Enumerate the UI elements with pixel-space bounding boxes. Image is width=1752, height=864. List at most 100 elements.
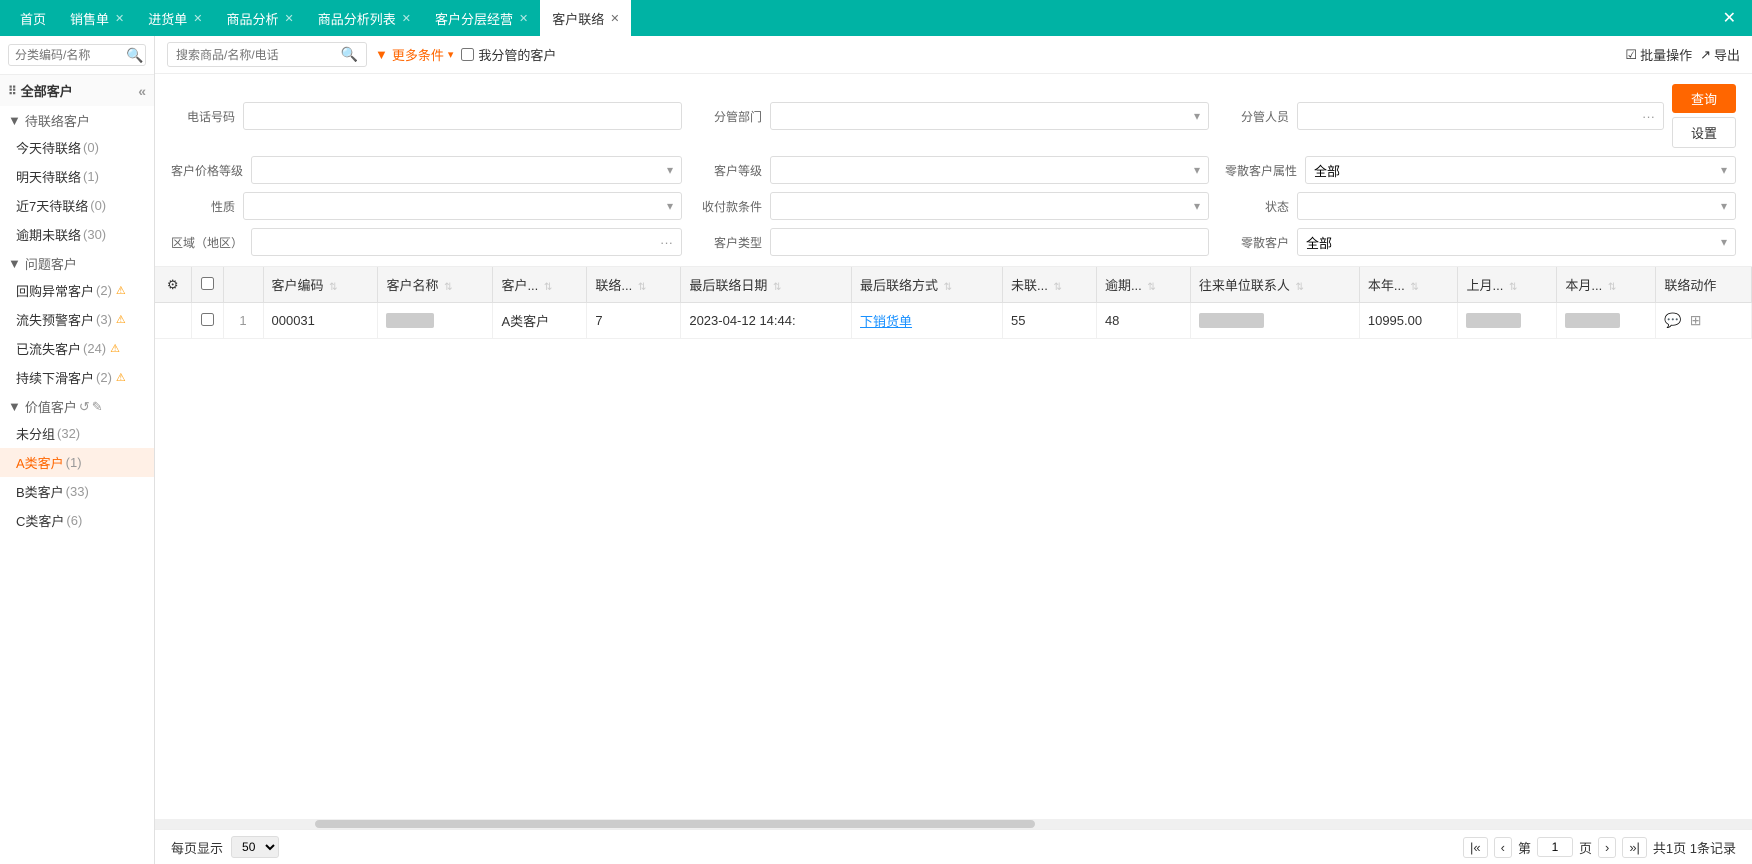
page-number-input[interactable]: [1537, 837, 1573, 857]
first-page-btn[interactable]: |«: [1463, 837, 1488, 858]
filter-payment-select[interactable]: ▾: [770, 192, 1209, 220]
filter-panel: 电话号码 分管部门 ▾ 分管人员 ··· 查询 设置: [155, 74, 1752, 267]
col-contact-count[interactable]: 联络... ⇅: [587, 267, 681, 303]
col-overdue[interactable]: 逾期... ⇅: [1096, 267, 1190, 303]
scatter-customer-dropdown-icon: ▾: [1721, 235, 1727, 249]
close-sales-tab[interactable]: ✕: [115, 12, 124, 25]
close-analysis-tab[interactable]: ✕: [285, 12, 294, 25]
row-type: A类客户: [493, 303, 587, 339]
last-page-btn[interactable]: »|: [1622, 837, 1647, 858]
manager-dots-icon: ···: [1642, 109, 1655, 124]
export-btn[interactable]: ↗ 导出: [1700, 45, 1740, 64]
col-customer-name[interactable]: 客户名称 ⇅: [378, 267, 493, 303]
sidebar-item-declining[interactable]: 持续下滑客户 (2) ⚠: [0, 363, 154, 392]
col-customer-code[interactable]: 客户编码 ⇅: [263, 267, 378, 303]
sidebar-item-tomorrow[interactable]: 明天待联络 (1): [0, 162, 154, 191]
sidebar-group-pending[interactable]: ▼ 待联络客户: [0, 106, 154, 133]
sidebar-all-customers[interactable]: ⠿ 全部客户 «: [0, 75, 154, 106]
toolbar-search-icon[interactable]: 🔍: [341, 46, 358, 63]
close-contact-tab[interactable]: ✕: [610, 12, 619, 25]
sidebar-item-churn-warning[interactable]: 流失预警客户 (3) ⚠: [0, 305, 154, 334]
col-customer-type[interactable]: 客户... ⇅: [493, 267, 587, 303]
col-current-month[interactable]: 本月... ⇅: [1557, 267, 1656, 303]
nav-customer-contact[interactable]: 客户联络 ✕: [540, 0, 631, 36]
row-select-checkbox[interactable]: [201, 313, 214, 326]
row-checkbox[interactable]: [191, 303, 223, 339]
nav-purchase[interactable]: 进货单 ✕: [136, 0, 214, 36]
my-customers-check[interactable]: [461, 48, 474, 61]
col-gear[interactable]: ⚙: [155, 267, 191, 303]
close-all-tabs[interactable]: ✕: [1715, 8, 1744, 28]
horizontal-scrollbar[interactable]: [155, 819, 1752, 829]
filter-dept-select[interactable]: ▾: [770, 102, 1209, 130]
arrow-value: ▼: [8, 399, 21, 414]
col-last-month[interactable]: 上月... ⇅: [1458, 267, 1557, 303]
page-size-select[interactable]: 50: [231, 836, 279, 858]
sidebar-item-unclassified[interactable]: 未分组 (32): [0, 419, 154, 448]
col-last-date[interactable]: 最后联络日期 ⇅: [681, 267, 852, 303]
filter-scatter-attr-select[interactable]: 全部 ▾: [1305, 156, 1736, 184]
chat-icon[interactable]: 💬: [1664, 312, 1681, 329]
next-page-btn[interactable]: ›: [1598, 837, 1616, 858]
col-checkbox[interactable]: [191, 267, 223, 303]
filter-region-input[interactable]: ···: [251, 228, 682, 256]
sidebar-item-churned[interactable]: 已流失客户 (24) ⚠: [0, 334, 154, 363]
select-all-checkbox[interactable]: [201, 277, 214, 290]
sort-company-icon: ⇅: [1296, 282, 1304, 293]
refresh-icon[interactable]: ↺: [79, 399, 90, 415]
settings-btn[interactable]: 设置: [1672, 117, 1736, 148]
filter-row-customer-type: 客户类型: [698, 228, 1209, 256]
filter-manager-input[interactable]: ···: [1297, 102, 1664, 130]
sidebar-collapse-btn[interactable]: «: [138, 83, 146, 99]
sidebar-item-a-class[interactable]: A类客户 (1): [0, 448, 154, 477]
prev-page-btn[interactable]: ‹: [1494, 837, 1512, 858]
sidebar-item-repurchase[interactable]: 回购异常客户 (2) ⚠: [0, 276, 154, 305]
close-purchase-tab[interactable]: ✕: [193, 12, 202, 25]
sidebar-item-7days[interactable]: 近7天待联络 (0): [0, 191, 154, 220]
row-last-method[interactable]: 下销货单: [852, 303, 1003, 339]
filter-scatter-customer-select[interactable]: 全部 ▾: [1297, 228, 1736, 256]
batch-op-btn[interactable]: ☑ 批量操作: [1625, 45, 1692, 64]
sidebar-search-icon[interactable]: 🔍: [126, 47, 143, 64]
sidebar-group-problem[interactable]: ▼ 问题客户: [0, 249, 154, 276]
last-method-link[interactable]: 下销货单: [860, 314, 912, 329]
close-segment-tab[interactable]: ✕: [519, 12, 528, 25]
filter-nature-select[interactable]: ▾: [243, 192, 682, 220]
qr-icon[interactable]: ⊞: [1690, 312, 1702, 329]
filter-status-select[interactable]: ▾: [1297, 192, 1736, 220]
query-btn[interactable]: 查询: [1672, 84, 1736, 113]
filter-phone-input[interactable]: [243, 102, 682, 130]
sidebar-item-c-class[interactable]: C类客户 (6): [0, 506, 154, 535]
col-company-contact[interactable]: 往来单位联系人 ⇅: [1190, 267, 1359, 303]
nav-analysis[interactable]: 商品分析 ✕: [214, 0, 305, 36]
main-layout: 🔍 ⠿ 全部客户 « ▼ 待联络客户 今天待联络 (0) 明天待联络 (1) 近…: [0, 36, 1752, 864]
my-customers-checkbox[interactable]: 我分管的客户: [461, 45, 556, 64]
table-container[interactable]: ⚙ 客户编码 ⇅ 客户名称 ⇅ 客户... ⇅: [155, 267, 1752, 819]
current-month-blurred: [1565, 313, 1619, 328]
edit-icon[interactable]: ✎: [92, 399, 103, 415]
filter-price-grade-select[interactable]: ▾: [251, 156, 682, 184]
filter-row-status: 状态 ▾: [1225, 192, 1736, 220]
nav-analysis-list[interactable]: 商品分析列表 ✕: [306, 0, 423, 36]
dept-dropdown-icon: ▾: [1194, 109, 1200, 123]
filter-customer-grade-select[interactable]: ▾: [770, 156, 1209, 184]
nav-home[interactable]: 首页: [8, 0, 58, 36]
scrollbar-thumb[interactable]: [315, 820, 1035, 828]
filter-more-btn[interactable]: ▼ 更多条件 ▾: [375, 45, 453, 64]
col-last-method[interactable]: 最后联络方式 ⇅: [852, 267, 1003, 303]
close-analysis-list-tab[interactable]: ✕: [402, 12, 411, 25]
toolbar-search-input[interactable]: [176, 48, 341, 62]
status-dropdown-icon: ▾: [1721, 199, 1727, 213]
sidebar-item-b-class[interactable]: B类客户 (33): [0, 477, 154, 506]
col-current-year[interactable]: 本年... ⇅: [1359, 267, 1458, 303]
row-current-month: [1557, 303, 1656, 339]
col-no-contact-days[interactable]: 未联... ⇅: [1002, 267, 1096, 303]
nav-sales[interactable]: 销售单 ✕: [58, 0, 136, 36]
footer-left: 每页显示 50: [171, 836, 279, 858]
filter-customer-type-input[interactable]: [770, 228, 1209, 256]
nav-customer-segment[interactable]: 客户分层经营 ✕: [423, 0, 540, 36]
sidebar-group-value[interactable]: ▼ 价值客户 ↺ ✎: [0, 392, 154, 419]
sidebar-item-overdue[interactable]: 逾期未联络 (30): [0, 220, 154, 249]
sidebar-item-today[interactable]: 今天待联络 (0): [0, 133, 154, 162]
sort-year-icon: ⇅: [1410, 282, 1418, 293]
